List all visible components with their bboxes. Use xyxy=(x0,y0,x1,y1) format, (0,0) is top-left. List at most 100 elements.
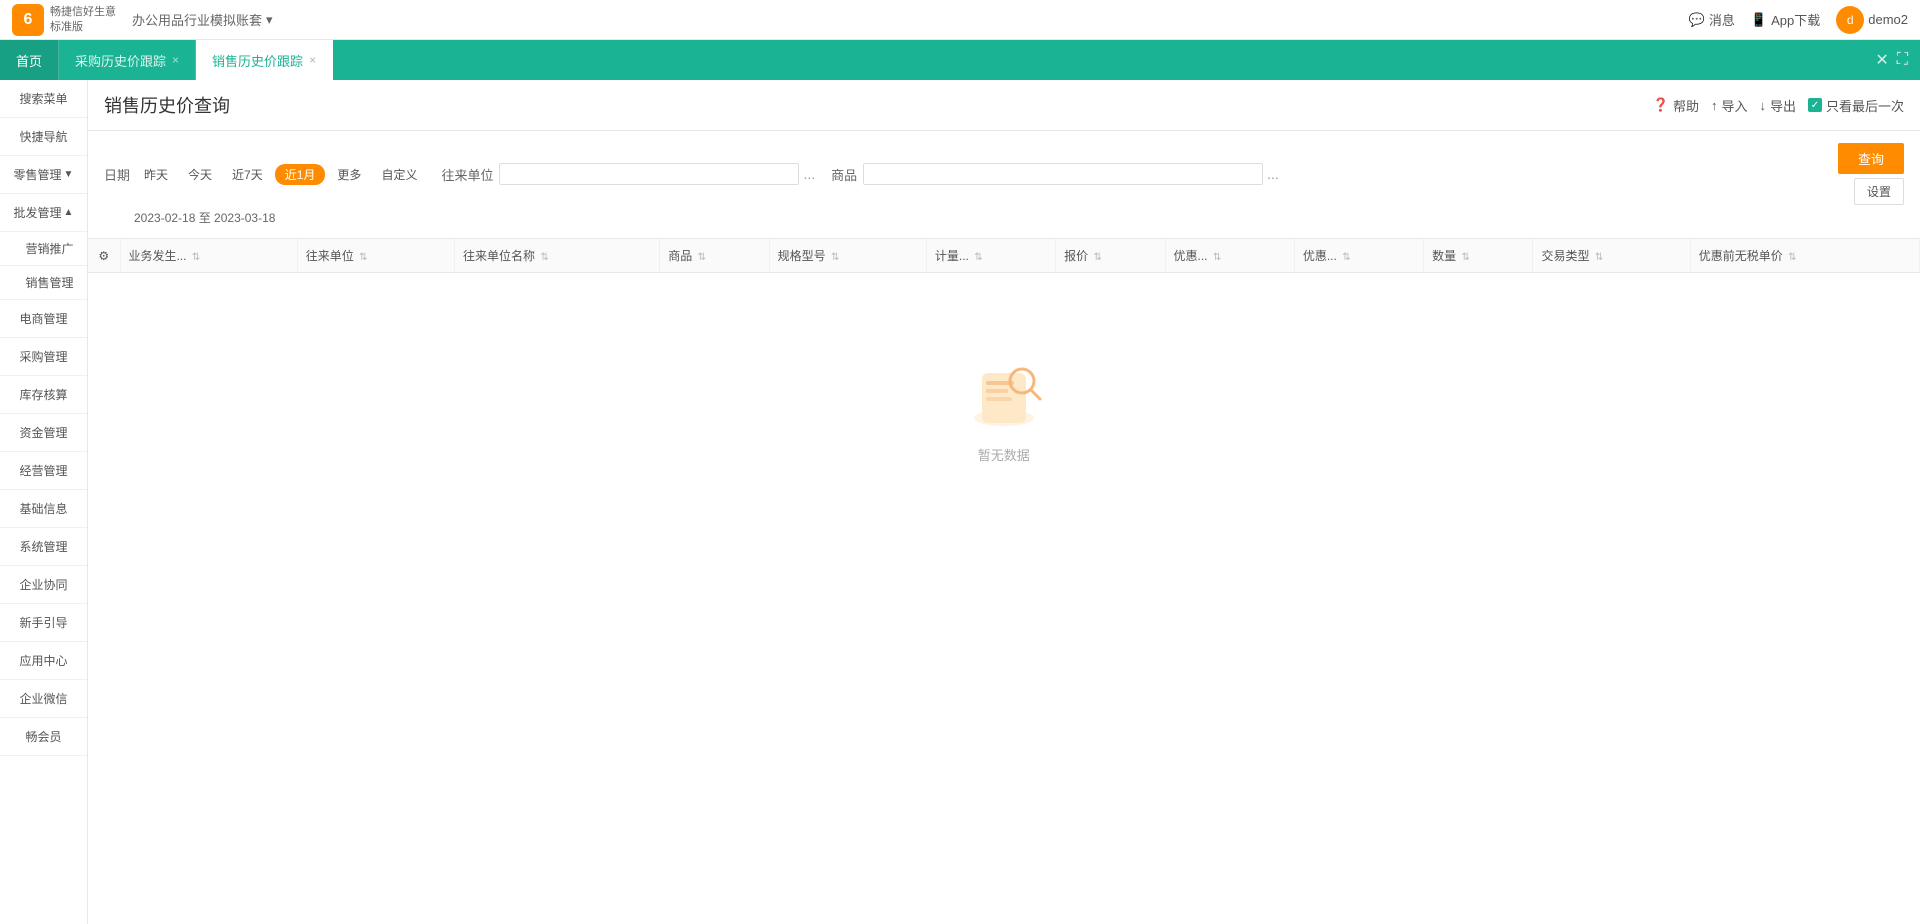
partner-input[interactable] xyxy=(499,163,799,185)
header-right: 💬 消息 📱 App下载 d demo2 xyxy=(1689,6,1908,34)
help-button[interactable]: ❓ 帮助 xyxy=(1653,96,1699,115)
chevron-down-icon: ▾ xyxy=(266,12,273,28)
table-col-goods[interactable]: 商品 ⇅ xyxy=(660,239,769,273)
table-col-pretax-price[interactable]: 优惠前无税单价 ⇅ xyxy=(1690,239,1919,273)
sidebar-item-app-center[interactable]: 应用中心 xyxy=(0,642,87,680)
tab-purchase[interactable]: 采购历史价跟踪 × xyxy=(59,40,196,80)
sort-icon: ⇅ xyxy=(540,252,548,263)
sidebar-item-guide[interactable]: 新手引导 xyxy=(0,604,87,642)
import-icon: ↑ xyxy=(1711,98,1718,113)
sidebar-item-operations[interactable]: 经营管理 xyxy=(0,452,87,490)
table-col-partner-name[interactable]: 往来单位名称 ⇅ xyxy=(455,239,660,273)
table-col-date[interactable]: 业务发生... ⇅ xyxy=(120,239,297,273)
sidebar-item-marketing[interactable]: 营销推广 xyxy=(0,232,87,266)
settings-button[interactable]: 设置 xyxy=(1854,178,1904,205)
sort-icon: ⇅ xyxy=(1595,252,1603,263)
close-tab-button[interactable]: ✕ xyxy=(1875,50,1888,70)
message-icon: 💬 xyxy=(1689,12,1705,28)
sidebar-item-system[interactable]: 系统管理 xyxy=(0,528,87,566)
page-actions: ❓ 帮助 ↑ 导入 ↓ 导出 ✓ 只看最后一次 xyxy=(1653,96,1904,115)
date-buttons: 昨天 今天 近7天 近1月 更多 自定义 xyxy=(136,164,425,185)
message-button[interactable]: 💬 消息 xyxy=(1689,10,1735,29)
tab-purchase-close[interactable]: × xyxy=(172,53,179,67)
table-col-partner-code[interactable]: 往来单位 ⇅ xyxy=(297,239,454,273)
goods-label: 商品 xyxy=(831,165,857,184)
partner-dots-btn[interactable]: ... xyxy=(803,166,815,182)
date-range-display: 2023-02-18 至 2023-03-18 xyxy=(134,209,1904,226)
app-selector[interactable]: 办公用品行业模拟账套 ▾ xyxy=(124,6,281,33)
tab-sales[interactable]: 销售历史价跟踪 × xyxy=(196,40,333,80)
sidebar-item-purchase[interactable]: 采购管理 xyxy=(0,338,87,376)
table-col-discount2[interactable]: 优惠... ⇅ xyxy=(1294,239,1423,273)
sidebar-item-retail[interactable]: 零售管理 ▼ xyxy=(0,156,87,194)
goods-dots-btn[interactable]: ... xyxy=(1267,166,1279,182)
tab-bar: 首页 采购历史价跟踪 × 销售历史价跟踪 × ✕ ⛶ xyxy=(0,40,1920,80)
date-filter: 日期 昨天 今天 近7天 近1月 更多 自定义 xyxy=(104,164,425,185)
table-col-unit[interactable]: 计量... ⇅ xyxy=(926,239,1055,273)
empty-icon xyxy=(954,353,1054,433)
chevron-down-icon: ▼ xyxy=(64,169,74,180)
date-btn-today[interactable]: 今天 xyxy=(180,164,220,185)
sidebar-item-finance[interactable]: 资金管理 xyxy=(0,414,87,452)
sort-icon: ⇅ xyxy=(1094,252,1102,263)
tab-home[interactable]: 首页 xyxy=(0,40,59,80)
date-btn-more[interactable]: 更多 xyxy=(329,164,369,185)
sort-icon: ⇅ xyxy=(1213,252,1221,263)
table-col-spec[interactable]: 规格型号 ⇅ xyxy=(769,239,926,273)
table-col-discount1[interactable]: 优惠... ⇅ xyxy=(1165,239,1294,273)
tab-sales-close[interactable]: × xyxy=(309,53,316,67)
sidebar-item-search[interactable]: 搜索菜单 xyxy=(0,80,87,118)
date-btn-custom[interactable]: 自定义 xyxy=(373,164,425,185)
partner-filter: 往来单位 ... xyxy=(441,163,815,185)
partner-label: 往来单位 xyxy=(441,165,493,184)
user-menu[interactable]: d demo2 xyxy=(1836,6,1908,34)
maximize-button[interactable]: ⛶ xyxy=(1897,51,1908,69)
table-col-qty[interactable]: 数量 ⇅ xyxy=(1424,239,1533,273)
sidebar-item-enterprise[interactable]: 企业协同 xyxy=(0,566,87,604)
partner-input-wrapper: ... xyxy=(499,163,815,185)
checkbox-checked-icon: ✓ xyxy=(1808,98,1822,112)
table-col-quote[interactable]: 报价 ⇅ xyxy=(1056,239,1165,273)
download-button[interactable]: 📱 App下载 xyxy=(1751,10,1820,29)
sidebar-item-quick-nav[interactable]: 快捷导航 xyxy=(0,118,87,156)
logo-area: 6 畅捷信好生意 标准版 xyxy=(12,4,116,36)
goods-input-wrapper: ... xyxy=(863,163,1279,185)
import-button[interactable]: ↑ 导入 xyxy=(1711,96,1748,115)
sidebar-item-sales-mgmt[interactable]: 销售管理 xyxy=(0,266,87,300)
sidebar-item-wechat[interactable]: 企业微信 xyxy=(0,680,87,718)
table-col-settings[interactable]: ⚙ xyxy=(88,239,120,273)
avatar: d xyxy=(1836,6,1864,34)
export-icon: ↓ xyxy=(1759,98,1766,113)
date-btn-1month[interactable]: 近1月 xyxy=(275,164,326,185)
tab-bar-actions: ✕ ⛶ xyxy=(1875,50,1920,70)
sidebar-item-ecommerce[interactable]: 电商管理 xyxy=(0,300,87,338)
empty-state: 暂无数据 xyxy=(88,273,1920,544)
page-title-bar: 销售历史价查询 ❓ 帮助 ↑ 导入 ↓ 导出 ✓ xyxy=(88,80,1920,131)
table-col-trade-type[interactable]: 交易类型 ⇅ xyxy=(1533,239,1690,273)
query-button[interactable]: 查询 xyxy=(1838,143,1904,174)
sort-icon: ⇅ xyxy=(1462,252,1470,263)
sidebar-item-basic-info[interactable]: 基础信息 xyxy=(0,490,87,528)
sidebar-item-wholesale[interactable]: 批发管理 ▲ xyxy=(0,194,87,232)
sidebar-item-membership[interactable]: 畅会员 xyxy=(0,718,87,756)
logo-text: 畅捷信好生意 标准版 xyxy=(50,5,116,34)
last-only-checkbox[interactable]: ✓ 只看最后一次 xyxy=(1808,96,1904,115)
page-container: 销售历史价查询 ❓ 帮助 ↑ 导入 ↓ 导出 ✓ xyxy=(88,80,1920,924)
export-button[interactable]: ↓ 导出 xyxy=(1759,96,1796,115)
sidebar-item-inventory[interactable]: 库存核算 xyxy=(0,376,87,414)
goods-input[interactable] xyxy=(863,163,1263,185)
date-label: 日期 xyxy=(104,165,130,184)
main-layout: 搜索菜单 快捷导航 零售管理 ▼ 批发管理 ▲ 营销推广 销售管理 电商管理 采… xyxy=(0,80,1920,924)
filter-row: 日期 昨天 今天 近7天 近1月 更多 自定义 往来单位 xyxy=(104,143,1904,205)
empty-text: 暂无数据 xyxy=(978,445,1030,464)
date-btn-yesterday[interactable]: 昨天 xyxy=(136,164,176,185)
chevron-up-icon: ▲ xyxy=(64,207,74,218)
help-icon: ❓ xyxy=(1653,97,1669,113)
sort-icon: ⇅ xyxy=(698,252,706,263)
sort-icon: ⇅ xyxy=(359,252,367,263)
table-wrapper: ⚙ 业务发生... ⇅ 往来单位 ⇅ 往来单位名称 ⇅ xyxy=(88,239,1920,544)
date-btn-7days[interactable]: 近7天 xyxy=(224,164,271,185)
sort-icon: ⇅ xyxy=(1342,252,1350,263)
top-header: 6 畅捷信好生意 标准版 办公用品行业模拟账套 ▾ 💬 消息 📱 App下载 d… xyxy=(0,0,1920,40)
data-table: ⚙ 业务发生... ⇅ 往来单位 ⇅ 往来单位名称 ⇅ xyxy=(88,239,1920,544)
